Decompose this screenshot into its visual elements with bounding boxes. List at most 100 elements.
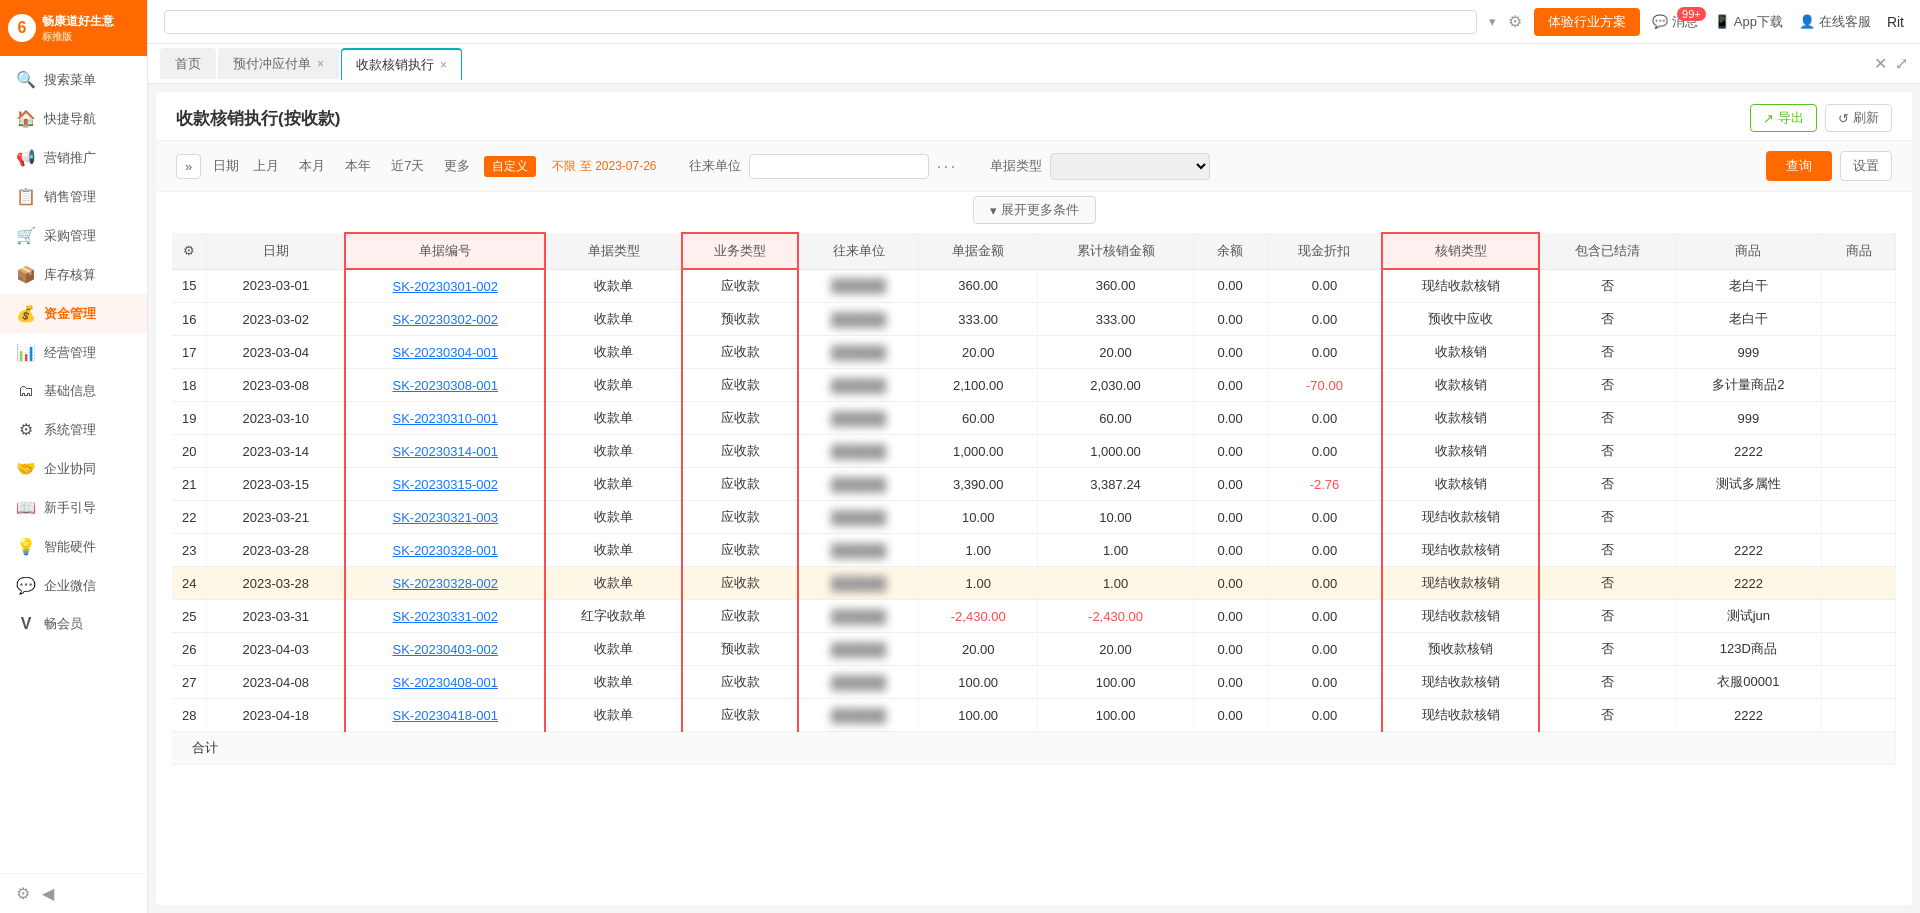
user-item[interactable]: Rit bbox=[1887, 14, 1904, 30]
more-options-icon[interactable]: ··· bbox=[937, 156, 958, 177]
col-settings[interactable]: ⚙ bbox=[172, 233, 207, 269]
cell-goods: 2222 bbox=[1675, 567, 1821, 600]
date-last-month-btn[interactable]: 上月 bbox=[247, 155, 285, 177]
doc-no-link[interactable]: SK-20230308-001 bbox=[392, 378, 498, 393]
cell-goods2 bbox=[1822, 435, 1896, 468]
cell-balance: 0.00 bbox=[1193, 336, 1267, 369]
cell-date: 2023-03-15 bbox=[207, 468, 345, 501]
sidebar-item-marketing[interactable]: 📢 营销推广 bbox=[0, 138, 147, 177]
sidebar-item-system[interactable]: ⚙ 系统管理 bbox=[0, 410, 147, 449]
settings-icon[interactable]: ⚙ bbox=[16, 884, 30, 903]
cell-discount: 0.00 bbox=[1267, 699, 1382, 732]
col-amount: 单据金额 bbox=[919, 233, 1038, 269]
cell-amount: 3,390.00 bbox=[919, 468, 1038, 501]
cell-verify-type: 预收中应收 bbox=[1382, 303, 1539, 336]
doc-no-link[interactable]: SK-20230321-003 bbox=[392, 510, 498, 525]
tab-prepay-close-icon[interactable]: × bbox=[317, 57, 324, 71]
doc-no-link[interactable]: SK-20230315-002 bbox=[392, 477, 498, 492]
cell-goods2 bbox=[1822, 633, 1896, 666]
date-7days-btn[interactable]: 近7天 bbox=[385, 155, 430, 177]
doc-no-link[interactable]: SK-20230328-001 bbox=[392, 543, 498, 558]
cell-balance: 0.00 bbox=[1193, 402, 1267, 435]
doctype-select[interactable] bbox=[1050, 153, 1210, 180]
sidebar-item-wechat[interactable]: 💬 企业微信 bbox=[0, 566, 147, 605]
cell-date: 2023-04-18 bbox=[207, 699, 345, 732]
tab-collection-close-icon[interactable]: × bbox=[440, 58, 447, 72]
expand-more-button[interactable]: ▾ 展开更多条件 bbox=[973, 196, 1096, 224]
cell-doc-no: SK-20230314-001 bbox=[345, 435, 545, 468]
filter-toggle-button[interactable]: » bbox=[176, 154, 201, 179]
cell-verified: 1.00 bbox=[1038, 534, 1193, 567]
sidebar-item-vip[interactable]: V 畅会员 bbox=[0, 605, 147, 643]
doc-no-link[interactable]: SK-20230418-001 bbox=[392, 708, 498, 723]
doc-no-link[interactable]: SK-20230408-001 bbox=[392, 675, 498, 690]
partner-input[interactable] bbox=[749, 154, 929, 179]
sidebar-item-purchase[interactable]: 🛒 采购管理 bbox=[0, 216, 147, 255]
cell-biz-type: 应收款 bbox=[682, 336, 798, 369]
doc-no-link[interactable]: SK-20230403-002 bbox=[392, 642, 498, 657]
cell-date: 2023-03-31 bbox=[207, 600, 345, 633]
table-row: 22 2023-03-21 SK-20230321-003 收款单 应收款 ██… bbox=[172, 501, 1896, 534]
date-custom-btn[interactable]: 自定义 bbox=[484, 156, 536, 177]
cell-goods: 999 bbox=[1675, 402, 1821, 435]
collapse-icon[interactable]: ◀ bbox=[42, 884, 54, 903]
sidebar-item-enterprise[interactable]: 🤝 企业协同 bbox=[0, 449, 147, 488]
refresh-button[interactable]: ↺ 刷新 bbox=[1825, 104, 1892, 132]
query-button[interactable]: 查询 bbox=[1766, 151, 1832, 181]
cell-no: 27 bbox=[172, 666, 207, 699]
cell-date: 2023-03-08 bbox=[207, 369, 345, 402]
sidebar-item-search[interactable]: 🔍 搜索菜单 bbox=[0, 60, 147, 99]
service-item[interactable]: 👤 在线客服 bbox=[1799, 13, 1871, 31]
sidebar-item-sales[interactable]: 📋 销售管理 bbox=[0, 177, 147, 216]
cell-discount: 0.00 bbox=[1267, 666, 1382, 699]
tab-prepay[interactable]: 预付冲应付单 × bbox=[218, 48, 339, 79]
cell-date: 2023-03-14 bbox=[207, 435, 345, 468]
tab-home[interactable]: 首页 bbox=[160, 48, 216, 79]
cell-discount: 0.00 bbox=[1267, 269, 1382, 303]
doc-no-link[interactable]: SK-20230302-002 bbox=[392, 312, 498, 327]
tab-collection[interactable]: 收款核销执行 × bbox=[341, 48, 462, 80]
message-item[interactable]: 💬 消息 99+ bbox=[1652, 13, 1698, 31]
cell-verify-type: 收款核销 bbox=[1382, 435, 1539, 468]
sidebar-item-operations[interactable]: 📊 经营管理 bbox=[0, 333, 147, 372]
doc-no-link[interactable]: SK-20230301-002 bbox=[392, 279, 498, 294]
date-more-btn[interactable]: 更多 bbox=[438, 155, 476, 177]
sidebar-item-basics[interactable]: 🗂 基础信息 bbox=[0, 372, 147, 410]
sidebar-item-guide[interactable]: 📖 新手引导 bbox=[0, 488, 147, 527]
cell-included: 否 bbox=[1539, 567, 1675, 600]
service-label: 在线客服 bbox=[1819, 13, 1871, 31]
sidebar-menu: 🔍 搜索菜单 🏠 快捷导航 📢 营销推广 📋 销售管理 🛒 采购管理 📦 库存核… bbox=[0, 56, 147, 873]
sidebar-item-hardware[interactable]: 💡 智能硬件 bbox=[0, 527, 147, 566]
tab-expand-icon[interactable]: ⤢ bbox=[1895, 54, 1908, 73]
search-input[interactable] bbox=[164, 10, 1477, 34]
date-this-month-btn[interactable]: 本月 bbox=[293, 155, 331, 177]
wechat-icon: 💬 bbox=[16, 576, 36, 595]
col-partner: 往来单位 bbox=[798, 233, 919, 269]
sidebar-item-quick-nav[interactable]: 🏠 快捷导航 bbox=[0, 99, 147, 138]
cell-date: 2023-03-01 bbox=[207, 269, 345, 303]
doc-no-link[interactable]: SK-20230331-002 bbox=[392, 609, 498, 624]
gear-icon[interactable]: ⚙ bbox=[1508, 12, 1522, 31]
sidebar-item-label: 经营管理 bbox=[44, 344, 96, 362]
doc-no-link[interactable]: SK-20230304-001 bbox=[392, 345, 498, 360]
setting-button[interactable]: 设置 bbox=[1840, 151, 1892, 181]
solution-button[interactable]: 体验行业方案 bbox=[1534, 8, 1640, 36]
date-this-year-btn[interactable]: 本年 bbox=[339, 155, 377, 177]
export-button[interactable]: ↗ 导出 bbox=[1750, 104, 1817, 132]
sidebar-item-inventory[interactable]: 📦 库存核算 bbox=[0, 255, 147, 294]
hardware-icon: 💡 bbox=[16, 537, 36, 556]
topbar: ▾ ⚙ 体验行业方案 💬 消息 99+ 📱 App下载 👤 在线客服 Rit bbox=[148, 0, 1920, 44]
tab-close-all-icon[interactable]: ✕ bbox=[1874, 54, 1887, 73]
tabbar-actions: ✕ ⤢ bbox=[1874, 54, 1908, 73]
app-download-item[interactable]: 📱 App下载 bbox=[1714, 13, 1783, 31]
cell-discount: 0.00 bbox=[1267, 534, 1382, 567]
cell-biz-type: 应收款 bbox=[682, 435, 798, 468]
doc-no-link[interactable]: SK-20230314-001 bbox=[392, 444, 498, 459]
table-row: 17 2023-03-04 SK-20230304-001 收款单 应收款 ██… bbox=[172, 336, 1896, 369]
doc-no-link[interactable]: SK-20230310-001 bbox=[392, 411, 498, 426]
cell-included: 否 bbox=[1539, 269, 1675, 303]
query-actions: 查询 设置 bbox=[1766, 151, 1892, 181]
sidebar-item-finance[interactable]: 💰 资金管理 bbox=[0, 294, 147, 333]
doc-no-link[interactable]: SK-20230328-002 bbox=[392, 576, 498, 591]
sidebar-item-label: 新手引导 bbox=[44, 499, 96, 517]
